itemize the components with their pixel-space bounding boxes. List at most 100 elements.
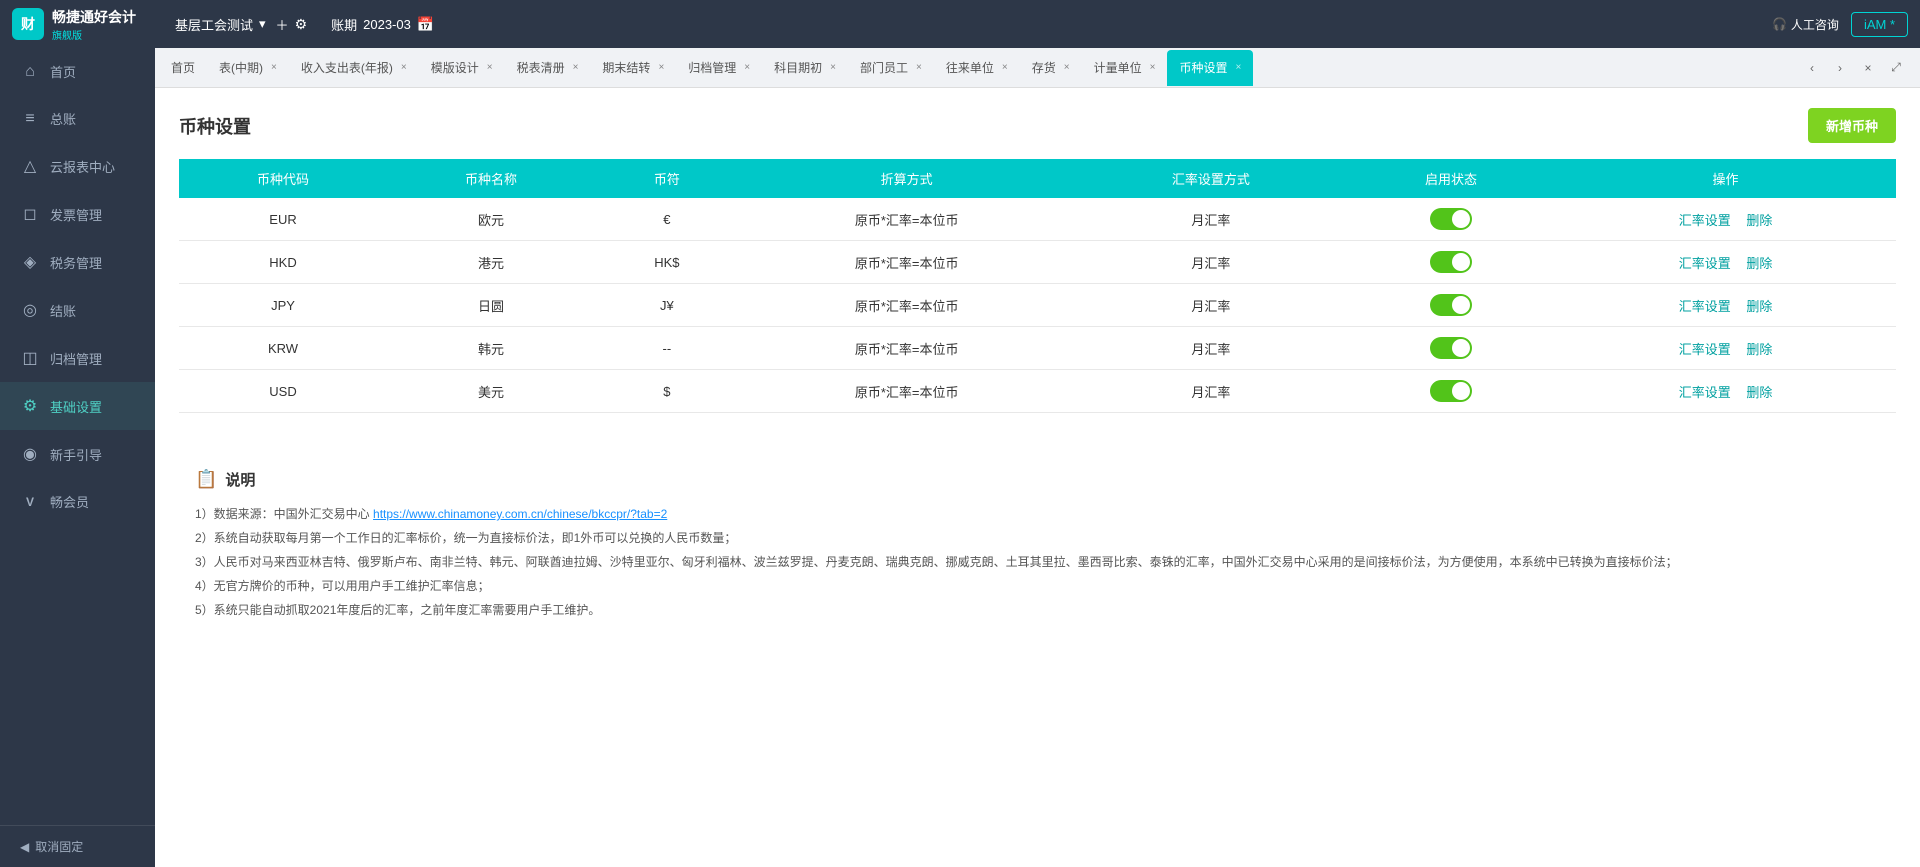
tab-close-all-button[interactable]: × [1856,56,1880,80]
account-button[interactable]: iAM * [1851,12,1908,37]
notes-item: 1）数据来源：中国外汇交易中心 https://www.chinamoney.c… [195,502,1880,526]
new-currency-button[interactable]: 新增币种 [1808,108,1896,143]
tab-tax-table[interactable]: 税表清册 × [505,50,591,86]
calendar-icon[interactable]: 📅 [417,16,434,33]
page-content: 币种设置 新增币种 币种代码 币种名称 币符 折算方式 汇率设置方式 启用状态 … [155,88,1920,867]
close-icon[interactable]: × [1002,62,1008,73]
tab-filing[interactable]: 归档管理 × [676,50,762,86]
sidebar-item-guide[interactable]: ◉ 新手引导 [0,430,155,478]
tab-template[interactable]: 模版设计 × [419,50,505,86]
top-bar: 财 畅捷通好会计 旗舰版 基层工会测试 ▾ ＋ ⚙ 账期 2023-03 📅 🎧… [0,0,1920,48]
sidebar-item-label: 发票管理 [50,205,102,224]
close-icon[interactable]: × [744,62,750,73]
enable-toggle[interactable] [1430,208,1472,230]
tab-label: 收入支出表(年报) [301,59,393,76]
enable-toggle[interactable] [1430,294,1472,316]
sidebar-item-label: 结账 [50,301,76,320]
sidebar-item-tax[interactable]: ◈ 税务管理 [0,238,155,286]
col-symbol: 币符 [595,159,739,198]
sidebar-item-label: 归档管理 [50,349,102,368]
enable-toggle[interactable] [1430,251,1472,273]
delete-link[interactable]: 删除 [1746,299,1772,314]
close-icon[interactable]: × [1064,62,1070,73]
enable-toggle[interactable] [1430,380,1472,402]
tab-currency[interactable]: 币种设置 × [1167,50,1253,86]
tab-inventory[interactable]: 存货 × [1020,50,1082,86]
rate-settings-link[interactable]: 汇率设置 [1679,256,1731,271]
cell-code: HKD [179,241,387,284]
sidebar-item-label: 总账 [50,109,76,128]
sidebar-item-label: 云报表中心 [50,157,115,176]
close-icon[interactable]: × [658,62,664,73]
sidebar-item-home[interactable]: ⌂ 首页 [0,48,155,95]
tab-contacts[interactable]: 往来单位 × [934,50,1020,86]
tab-annual-report[interactable]: 收入支出表(年报) × [289,50,419,86]
table-row: HKD 港元 HK$ 原币*汇率=本位币 月汇率 汇率设置 删除 [179,241,1896,284]
tab-expand-button[interactable]: ⤢ [1884,56,1908,80]
table-row: KRW 韩元 -- 原币*汇率=本位币 月汇率 汇率设置 删除 [179,327,1896,370]
rate-settings-link[interactable]: 汇率设置 [1679,385,1731,400]
logo-icon: 财 [12,8,44,40]
cell-method: 原币*汇率=本位币 [739,198,1075,241]
delete-link[interactable]: 删除 [1746,385,1772,400]
home-icon: ⌂ [20,63,40,81]
add-icon[interactable]: ＋ [276,15,289,34]
tab-subject-init[interactable]: 科目期初 × [762,50,848,86]
tab-label: 税表清册 [517,59,565,76]
enable-toggle[interactable] [1430,337,1472,359]
reports-icon: △ [20,156,40,176]
cell-name: 日圆 [387,284,595,327]
cell-code: USD [179,370,387,413]
close-icon[interactable]: × [401,62,407,73]
close-icon[interactable]: × [1235,62,1241,73]
tab-label: 币种设置 [1179,59,1227,76]
sidebar-item-archive[interactable]: ◫ 归档管理 [0,334,155,382]
close-icon[interactable]: × [271,62,277,73]
tab-label: 部门员工 [860,59,908,76]
tab-period-end[interactable]: 期末结转 × [590,50,676,86]
guide-icon: ◉ [20,444,40,464]
help-button[interactable]: 🎧 人工咨询 [1772,16,1839,33]
company-selector[interactable]: 基层工会测试 ▾ ＋ ⚙ [167,11,315,38]
cell-symbol: € [595,198,739,241]
pin-label: 取消固定 [35,838,83,855]
sidebar: ⌂ 首页 ≡ 总账 △ 云报表中心 ◻ 发票管理 ◈ 税务管理 ◎ 结账 ◫ 归… [0,48,155,867]
sidebar-item-checkout[interactable]: ◎ 结账 [0,286,155,334]
tab-home[interactable]: 首页 [159,50,207,86]
cell-status [1347,241,1555,284]
sidebar-item-settings[interactable]: ⚙ 基础设置 [0,382,155,430]
close-icon[interactable]: × [487,62,493,73]
tab-mid-report[interactable]: 表(中期) × [207,50,289,86]
settings-icon[interactable]: ⚙ [295,16,308,33]
close-icon[interactable]: × [916,62,922,73]
notes-icon: 📋 [195,469,217,490]
close-icon[interactable]: × [830,62,836,73]
rate-settings-link[interactable]: 汇率设置 [1679,299,1731,314]
sidebar-item-label: 畅会员 [50,492,89,511]
delete-link[interactable]: 删除 [1746,213,1772,228]
notes-item: 3）人民币对马来西亚林吉特、俄罗斯卢布、南非兰特、韩元、阿联酋迪拉姆、沙特里亚尔… [195,550,1880,574]
tab-prev-button[interactable]: ‹ [1800,56,1824,80]
sidebar-item-ledger[interactable]: ≡ 总账 [0,95,155,142]
rate-settings-link[interactable]: 汇率设置 [1679,342,1731,357]
cell-symbol: $ [595,370,739,413]
tab-label: 期末结转 [602,59,650,76]
sidebar-item-reports[interactable]: △ 云报表中心 [0,142,155,190]
close-icon[interactable]: × [1150,62,1156,73]
tab-units[interactable]: 计量单位 × [1082,50,1168,86]
notes-link[interactable]: https://www.chinamoney.com.cn/chinese/bk… [373,507,667,521]
tab-dept-staff[interactable]: 部门员工 × [848,50,934,86]
sidebar-item-invoice[interactable]: ◻ 发票管理 [0,190,155,238]
sidebar-item-member[interactable]: V 畅会员 [0,478,155,525]
archive-icon: ◫ [20,348,40,368]
delete-link[interactable]: 删除 [1746,256,1772,271]
tab-controls: ‹ › × ⤢ [1800,56,1916,80]
delete-link[interactable]: 删除 [1746,342,1772,357]
tab-next-button[interactable]: › [1828,56,1852,80]
cell-name: 韩元 [387,327,595,370]
close-icon[interactable]: × [573,62,579,73]
rate-settings-link[interactable]: 汇率设置 [1679,213,1731,228]
company-name: 基层工会测试 [175,15,253,34]
pin-toggle[interactable]: ◀ 取消固定 [0,825,155,867]
col-code: 币种代码 [179,159,387,198]
